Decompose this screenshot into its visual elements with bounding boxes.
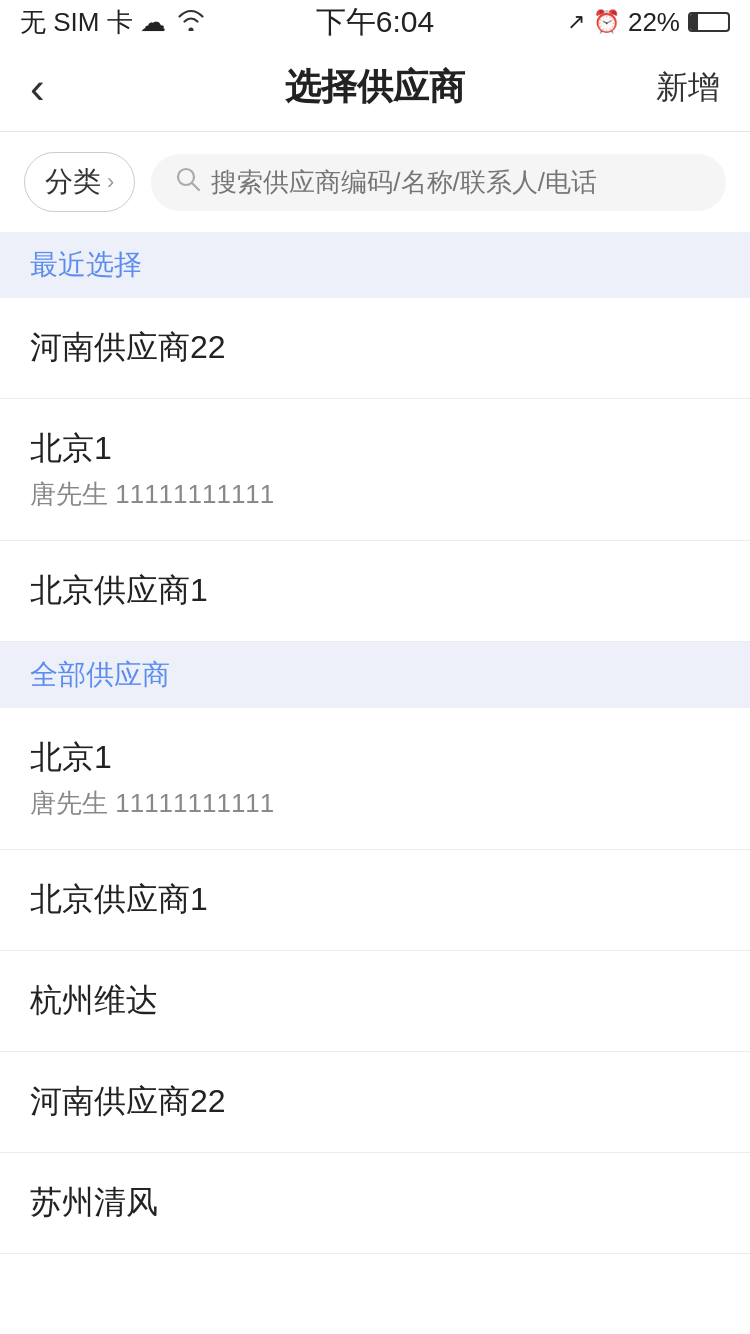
category-button[interactable]: 分类 › bbox=[24, 152, 135, 212]
item-name: 北京1 bbox=[30, 427, 720, 471]
location-icon: ↗ bbox=[567, 9, 585, 35]
add-button[interactable]: 新增 bbox=[656, 66, 720, 110]
item-name: 北京供应商1 bbox=[30, 569, 720, 613]
search-input[interactable] bbox=[211, 167, 702, 198]
alarm-icon: ⏰ bbox=[593, 9, 620, 35]
list-item[interactable]: 河南供应商22 bbox=[0, 1052, 750, 1153]
item-name: 北京供应商1 bbox=[30, 878, 720, 922]
status-right: ↗ ⏰ 22% bbox=[567, 7, 730, 38]
list-item[interactable]: 杭州维达 bbox=[0, 951, 750, 1052]
list-item[interactable]: 北京供应商1 bbox=[0, 850, 750, 951]
no-sim-label: 无 SIM 卡 ☁ bbox=[20, 5, 166, 40]
svg-line-1 bbox=[193, 183, 200, 190]
list-item[interactable]: 河南供应商22 bbox=[0, 298, 750, 399]
section-header-all: 全部供应商 bbox=[0, 642, 750, 708]
supplier-list: 最近选择河南供应商22 北京1 唐先生 11111111111 北京供应商1 全部供应商… bbox=[0, 232, 750, 1254]
list-item[interactable]: 北京供应商1 bbox=[0, 541, 750, 642]
item-name: 苏州清风 bbox=[30, 1181, 720, 1225]
status-time: 下午6:04 bbox=[316, 2, 434, 43]
search-input-wrap[interactable] bbox=[151, 154, 726, 211]
item-sub: 唐先生 11111111111 bbox=[30, 477, 720, 512]
page-title: 选择供应商 bbox=[285, 63, 465, 112]
item-name: 河南供应商22 bbox=[30, 1080, 720, 1124]
item-name: 北京1 bbox=[30, 736, 720, 780]
section-header-recent: 最近选择 bbox=[0, 232, 750, 298]
nav-bar: ‹ 选择供应商 新增 bbox=[0, 44, 750, 132]
status-bar: 无 SIM 卡 ☁ 下午6:04 ↗ ⏰ 22% bbox=[0, 0, 750, 44]
svg-point-0 bbox=[178, 169, 194, 185]
search-bar: 分类 › bbox=[0, 132, 750, 232]
wifi-icon bbox=[176, 7, 206, 38]
status-left: 无 SIM 卡 ☁ bbox=[20, 5, 206, 40]
chevron-right-icon: › bbox=[107, 169, 114, 195]
list-item[interactable]: 北京1 唐先生 11111111111 bbox=[0, 708, 750, 850]
item-sub: 唐先生 11111111111 bbox=[30, 786, 720, 821]
battery-label: 22% bbox=[628, 7, 680, 38]
back-button[interactable]: ‹ bbox=[30, 66, 45, 110]
battery-icon bbox=[688, 12, 730, 32]
list-item[interactable]: 苏州清风 bbox=[0, 1153, 750, 1254]
category-label: 分类 bbox=[45, 163, 101, 201]
list-item[interactable]: 北京1 唐先生 11111111111 bbox=[0, 399, 750, 541]
item-name: 杭州维达 bbox=[30, 979, 720, 1023]
item-name: 河南供应商22 bbox=[30, 326, 720, 370]
search-icon bbox=[175, 166, 201, 199]
